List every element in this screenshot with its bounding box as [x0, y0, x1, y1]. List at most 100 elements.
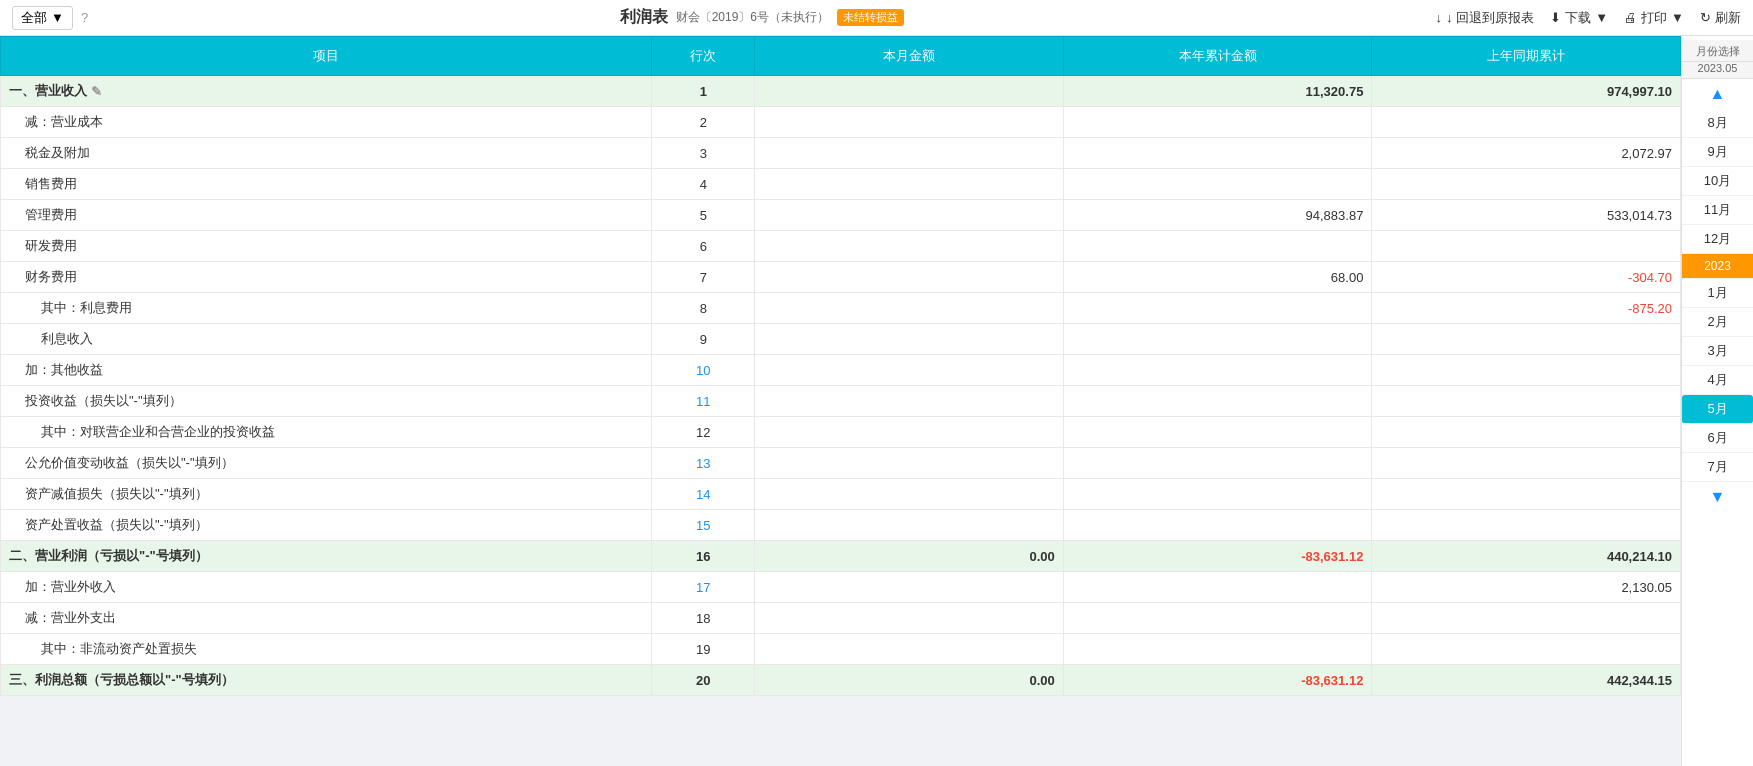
header-prev: 上年同期累计 — [1372, 37, 1681, 76]
month-nav-up[interactable]: ▲ — [1682, 79, 1753, 109]
top-bar-center: 利润表 财会〔2019〕6号（未执行） 未结转损益 — [620, 7, 904, 28]
row-number-cell: 18 — [652, 603, 755, 634]
top-bar-left: 全部 ▼ ? — [12, 6, 88, 30]
prev-cell — [1372, 417, 1681, 448]
back-icon: ↓ — [1436, 10, 1443, 25]
item-cell: 减：营业外支出 — [1, 603, 652, 634]
month-item[interactable]: 12月 — [1682, 225, 1753, 254]
table-row: 资产减值损失（损失以"-"填列）14 — [1, 479, 1681, 510]
prev-cell: -304.70 — [1372, 262, 1681, 293]
month-cell — [755, 324, 1064, 355]
month-cell — [755, 293, 1064, 324]
year-cell: 94,883.87 — [1063, 200, 1372, 231]
scope-dropdown[interactable]: 全部 ▼ — [12, 6, 73, 30]
row-number-cell: 14 — [652, 479, 755, 510]
table-body: 一、营业收入✎111,320.75974,997.10减：营业成本2税金及附加3… — [1, 76, 1681, 696]
row-number-cell: 19 — [652, 634, 755, 665]
prev-cell: 974,997.10 — [1372, 76, 1681, 107]
month-cell — [755, 386, 1064, 417]
chevron-down-icon: ▼ — [51, 10, 64, 25]
download-button[interactable]: ⬇ 下载 ▼ — [1550, 9, 1608, 27]
month-item[interactable]: 1月 — [1682, 279, 1753, 308]
print-chevron: ▼ — [1671, 10, 1684, 25]
table-row: 其中：非流动资产处置损失19 — [1, 634, 1681, 665]
year-cell — [1063, 572, 1372, 603]
year-cell — [1063, 603, 1372, 634]
year-cell — [1063, 448, 1372, 479]
prev-cell — [1372, 510, 1681, 541]
refresh-button[interactable]: ↻ 刷新 — [1700, 9, 1741, 27]
row-number-cell: 11 — [652, 386, 755, 417]
item-cell: 二、营业利润（亏损以"-"号填列） — [1, 541, 652, 572]
month-item[interactable]: 10月 — [1682, 167, 1753, 196]
month-cell — [755, 262, 1064, 293]
month-sidebar-year: 2023.05 — [1682, 62, 1753, 79]
row-number-cell: 15 — [652, 510, 755, 541]
month-item[interactable]: 4月 — [1682, 366, 1753, 395]
month-item[interactable]: 8月 — [1682, 109, 1753, 138]
back-button[interactable]: ↓ ↓ 回退到原报表 — [1436, 9, 1535, 27]
header-year: 本年累计金额 — [1063, 37, 1372, 76]
table-row: 减：营业外支出18 — [1, 603, 1681, 634]
month-sidebar-title: 月份选择 — [1682, 40, 1753, 62]
month-cell — [755, 510, 1064, 541]
prev-cell — [1372, 634, 1681, 665]
prev-cell — [1372, 603, 1681, 634]
month-item[interactable]: 6月 — [1682, 424, 1753, 453]
month-cell — [755, 138, 1064, 169]
report-table: 项目 行次 本月金额 本年累计金额 上年同期累计 一、营业收入✎111,320.… — [0, 36, 1681, 696]
month-item[interactable]: 11月 — [1682, 196, 1753, 225]
month-item[interactable]: 9月 — [1682, 138, 1753, 167]
table-row: 二、营业利润（亏损以"-"号填列）160.00-83,631.12440,214… — [1, 541, 1681, 572]
month-item[interactable]: 5月 — [1682, 395, 1753, 424]
table-row: 财务费用768.00-304.70 — [1, 262, 1681, 293]
table-row: 三、利润总额（亏损总额以"-"号填列）200.00-83,631.12442,3… — [1, 665, 1681, 696]
edit-icon[interactable]: ✎ — [91, 84, 107, 100]
prev-cell: 2,130.05 — [1372, 572, 1681, 603]
month-item[interactable]: 7月 — [1682, 453, 1753, 482]
month-item[interactable]: 2月 — [1682, 308, 1753, 337]
table-row: 其中：对联营企业和合营企业的投资收益12 — [1, 417, 1681, 448]
row-number-cell: 2 — [652, 107, 755, 138]
header-month: 本月金额 — [755, 37, 1064, 76]
table-row: 资产处置收益（损失以"-"填列）15 — [1, 510, 1681, 541]
prev-cell: -875.20 — [1372, 293, 1681, 324]
header-item: 项目 — [1, 37, 652, 76]
year-cell — [1063, 231, 1372, 262]
row-number-cell: 1 — [652, 76, 755, 107]
year-label: 2023 — [1682, 254, 1753, 279]
top-bar: 全部 ▼ ? 利润表 财会〔2019〕6号（未执行） 未结转损益 ↓ ↓ 回退到… — [0, 0, 1753, 36]
print-icon: 🖨 — [1624, 10, 1637, 25]
download-icon: ⬇ — [1550, 10, 1561, 25]
month-cell: 0.00 — [755, 665, 1064, 696]
month-sidebar: 月份选择 2023.05 ▲ 8月9月10月11月12月20231月2月3月4月… — [1681, 36, 1753, 766]
prev-cell — [1372, 386, 1681, 417]
print-button[interactable]: 🖨 打印 ▼ — [1624, 9, 1684, 27]
item-cell: 资产减值损失（损失以"-"填列） — [1, 479, 652, 510]
month-cell: 0.00 — [755, 541, 1064, 572]
top-bar-right: ↓ ↓ 回退到原报表 ⬇ 下载 ▼ 🖨 打印 ▼ ↻ 刷新 — [1436, 9, 1741, 27]
year-cell: -83,631.12 — [1063, 541, 1372, 572]
month-nav-down[interactable]: ▼ — [1682, 482, 1753, 512]
month-cell — [755, 200, 1064, 231]
item-cell: 其中：利息费用 — [1, 293, 652, 324]
page-title: 利润表 — [620, 7, 668, 28]
refresh-icon: ↻ — [1700, 10, 1711, 25]
month-cell — [755, 76, 1064, 107]
item-cell: 研发费用 — [1, 231, 652, 262]
row-number-cell: 3 — [652, 138, 755, 169]
year-cell — [1063, 479, 1372, 510]
header-row: 行次 — [652, 37, 755, 76]
help-icon[interactable]: ? — [81, 10, 88, 25]
year-cell — [1063, 386, 1372, 417]
item-cell: 利息收入 — [1, 324, 652, 355]
year-cell — [1063, 107, 1372, 138]
month-cell — [755, 479, 1064, 510]
item-cell: 三、利润总额（亏损总额以"-"号填列） — [1, 665, 652, 696]
month-cell — [755, 634, 1064, 665]
status-badge: 未结转损益 — [837, 9, 904, 26]
table-area: 项目 行次 本月金额 本年累计金额 上年同期累计 一、营业收入✎111,320.… — [0, 36, 1681, 766]
month-item[interactable]: 3月 — [1682, 337, 1753, 366]
year-cell — [1063, 634, 1372, 665]
month-cell — [755, 448, 1064, 479]
